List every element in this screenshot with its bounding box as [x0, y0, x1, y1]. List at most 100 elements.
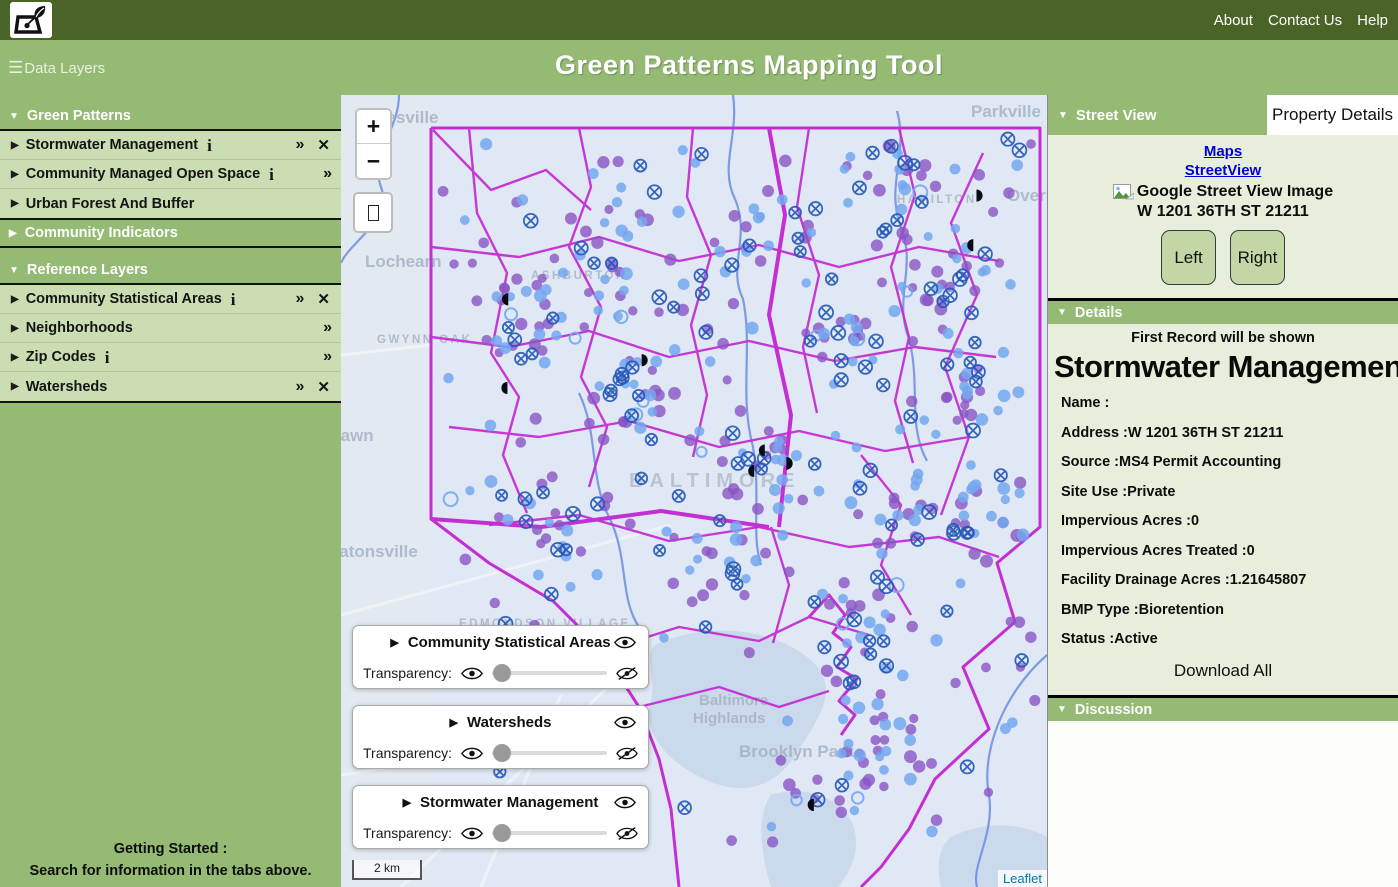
- map-marker[interactable]: [527, 348, 538, 359]
- map-marker[interactable]: [705, 356, 716, 367]
- expand-arrow-icon[interactable]: ▶: [450, 716, 458, 729]
- map-marker[interactable]: [490, 598, 500, 608]
- map-marker[interactable]: [485, 475, 498, 488]
- map-marker[interactable]: [880, 735, 890, 745]
- map-marker[interactable]: [995, 258, 1004, 267]
- map-marker[interactable]: [625, 409, 638, 422]
- map-marker[interactable]: [481, 335, 491, 345]
- map-marker[interactable]: [1012, 386, 1024, 398]
- map-marker[interactable]: [922, 505, 936, 519]
- remove-layer-icon[interactable]: ✕: [317, 290, 330, 308]
- sidebar-section-reference-layers[interactable]: ▼Reference Layers: [0, 257, 341, 285]
- map-marker[interactable]: [533, 570, 544, 581]
- map-marker[interactable]: [696, 287, 709, 300]
- map-marker[interactable]: [764, 426, 774, 436]
- map-marker[interactable]: [616, 368, 629, 381]
- map-marker[interactable]: [588, 168, 599, 179]
- map-marker[interactable]: [561, 524, 573, 536]
- open-layer-icon[interactable]: »: [323, 165, 330, 183]
- map-marker[interactable]: [852, 443, 862, 453]
- map-marker[interactable]: [726, 562, 740, 576]
- map-marker[interactable]: [1014, 616, 1026, 628]
- maps-link[interactable]: Maps: [1204, 142, 1242, 161]
- map-marker[interactable]: [767, 822, 776, 831]
- map-marker[interactable]: [980, 265, 990, 275]
- map-marker[interactable]: [606, 258, 617, 269]
- expand-arrow-icon[interactable]: ▶: [403, 796, 411, 809]
- map-marker[interactable]: [524, 214, 538, 228]
- map-marker[interactable]: [1015, 654, 1028, 667]
- map-marker[interactable]: [628, 306, 637, 315]
- map-marker[interactable]: [652, 290, 666, 304]
- map-marker[interactable]: [997, 517, 1008, 528]
- map-marker[interactable]: [694, 269, 707, 282]
- map-marker[interactable]: [763, 240, 774, 251]
- nav-link-help[interactable]: Help: [1357, 12, 1388, 29]
- map-marker[interactable]: [926, 826, 937, 837]
- map-marker[interactable]: [834, 655, 848, 669]
- map-marker[interactable]: [687, 596, 698, 607]
- map-marker[interactable]: [886, 519, 897, 530]
- map-marker[interactable]: [449, 259, 458, 268]
- map-marker[interactable]: [532, 525, 542, 535]
- map-marker[interactable]: [908, 159, 919, 170]
- map-marker[interactable]: [668, 302, 679, 313]
- map-marker[interactable]: [774, 436, 784, 446]
- map-marker[interactable]: [537, 345, 548, 356]
- map-marker[interactable]: [876, 689, 886, 699]
- map-marker[interactable]: [963, 527, 974, 538]
- map-marker[interactable]: [723, 375, 732, 384]
- map-marker[interactable]: [579, 322, 589, 332]
- map-marker[interactable]: [604, 205, 613, 214]
- map-marker[interactable]: [1016, 528, 1029, 541]
- map-marker[interactable]: [496, 490, 507, 501]
- transparency-slider[interactable]: [492, 751, 607, 755]
- map-marker[interactable]: [750, 555, 761, 566]
- map-marker[interactable]: [950, 164, 961, 175]
- map-marker[interactable]: [807, 228, 816, 237]
- map-marker[interactable]: [919, 159, 932, 172]
- map-marker[interactable]: [642, 354, 648, 366]
- map-marker[interactable]: [443, 373, 453, 383]
- map-marker[interactable]: [909, 714, 918, 723]
- map-marker[interactable]: [978, 247, 992, 261]
- map-marker[interactable]: [973, 169, 985, 181]
- map-marker[interactable]: [995, 469, 1007, 481]
- map-marker[interactable]: [980, 555, 993, 568]
- map-marker[interactable]: [792, 233, 803, 244]
- map-marker[interactable]: [613, 156, 624, 167]
- map-marker[interactable]: [537, 487, 549, 499]
- map-marker[interactable]: [866, 147, 879, 160]
- map-marker[interactable]: [530, 413, 542, 425]
- open-layer-icon[interactable]: »: [296, 378, 303, 396]
- map-marker[interactable]: [505, 308, 517, 320]
- map-marker[interactable]: [853, 482, 866, 495]
- map-marker[interactable]: [966, 460, 976, 470]
- map-marker[interactable]: [969, 337, 981, 349]
- transparency-slider[interactable]: [492, 671, 607, 675]
- map-marker[interactable]: [951, 224, 960, 233]
- map-marker[interactable]: [521, 286, 532, 297]
- map-marker[interactable]: [730, 521, 742, 533]
- full-extent-button[interactable]: [353, 192, 393, 233]
- map-marker[interactable]: [888, 305, 900, 317]
- map-marker[interactable]: [953, 416, 962, 425]
- map-marker[interactable]: [597, 156, 609, 168]
- map-marker[interactable]: [824, 599, 835, 610]
- map-marker[interactable]: [485, 420, 497, 432]
- map-marker[interactable]: [870, 735, 880, 745]
- map-marker[interactable]: [700, 621, 712, 633]
- remove-layer-icon[interactable]: ✕: [317, 136, 330, 154]
- map-marker[interactable]: [697, 447, 707, 457]
- layer-item-neighborhoods[interactable]: ▶Neighborhoods»: [0, 314, 341, 343]
- tab-property-details[interactable]: Property Details: [1267, 95, 1398, 135]
- opaque-eye-icon[interactable]: [461, 747, 483, 760]
- map-marker[interactable]: [576, 546, 586, 556]
- map-marker[interactable]: [672, 206, 684, 218]
- map-marker[interactable]: [595, 381, 605, 391]
- map-marker[interactable]: [899, 183, 912, 196]
- transparency-slider[interactable]: [492, 831, 607, 835]
- map-marker[interactable]: [941, 605, 952, 616]
- map-marker[interactable]: [879, 782, 888, 791]
- map-marker[interactable]: [619, 286, 629, 296]
